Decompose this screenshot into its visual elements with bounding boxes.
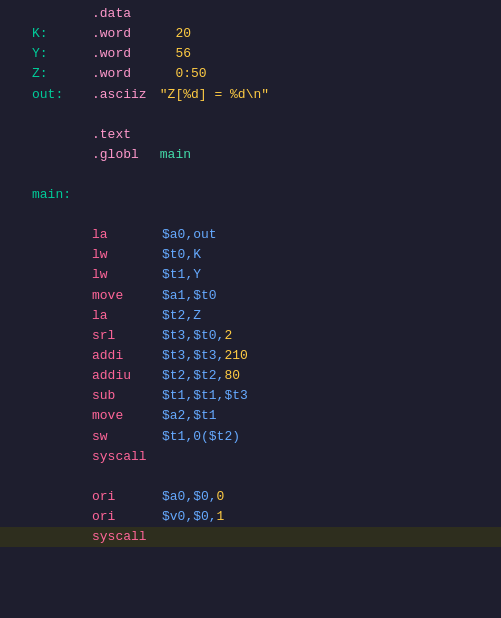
line-y: Y: .word 56 (0, 44, 501, 64)
line-addiu: addiu $t2,$t2,80 (0, 366, 501, 386)
line-move-a2: move $a2,$t1 (0, 406, 501, 426)
line-blank-1 (0, 105, 501, 125)
label-out: out: (32, 85, 92, 105)
line-lw-t1: lw $t1,Y (0, 265, 501, 285)
label-k: K: (32, 24, 92, 44)
line-blank-3 (0, 205, 501, 225)
line-text-directive: .text (0, 125, 501, 145)
line-sw: sw $t1,0($t2) (0, 427, 501, 447)
line-la-a0: la $a0,out (0, 225, 501, 245)
line-k: K: .word 20 (0, 24, 501, 44)
line-ori-a0: ori $a0,$0,0 (0, 487, 501, 507)
line-data-directive: .data (0, 4, 501, 24)
line-syscall-2: syscall (0, 527, 501, 547)
label-y: Y: (32, 44, 92, 64)
code-editor: .data K: .word 20 Y: .word 56 Z: .word 0… (0, 0, 501, 618)
line-blank-4 (0, 467, 501, 487)
line-main-label: main: (0, 185, 501, 205)
line-srl: srl $t3,$t0,2 (0, 326, 501, 346)
line-blank-2 (0, 165, 501, 185)
line-la-t2: la $t2,Z (0, 306, 501, 326)
line-sub: sub $t1,$t1,$t3 (0, 386, 501, 406)
line-z: Z: .word 0:50 (0, 64, 501, 84)
line-lw-t0: lw $t0,K (0, 245, 501, 265)
line-move-a1: move $a1,$t0 (0, 286, 501, 306)
line-syscall-1: syscall (0, 447, 501, 467)
line-out: out: .asciiz "Z[%d] = %d\n" (0, 85, 501, 105)
line-globl: .globl main (0, 145, 501, 165)
line-addi: addi $t3,$t3,210 (0, 346, 501, 366)
label-z: Z: (32, 64, 92, 84)
line-ori-v0: ori $v0,$0,1 (0, 507, 501, 527)
